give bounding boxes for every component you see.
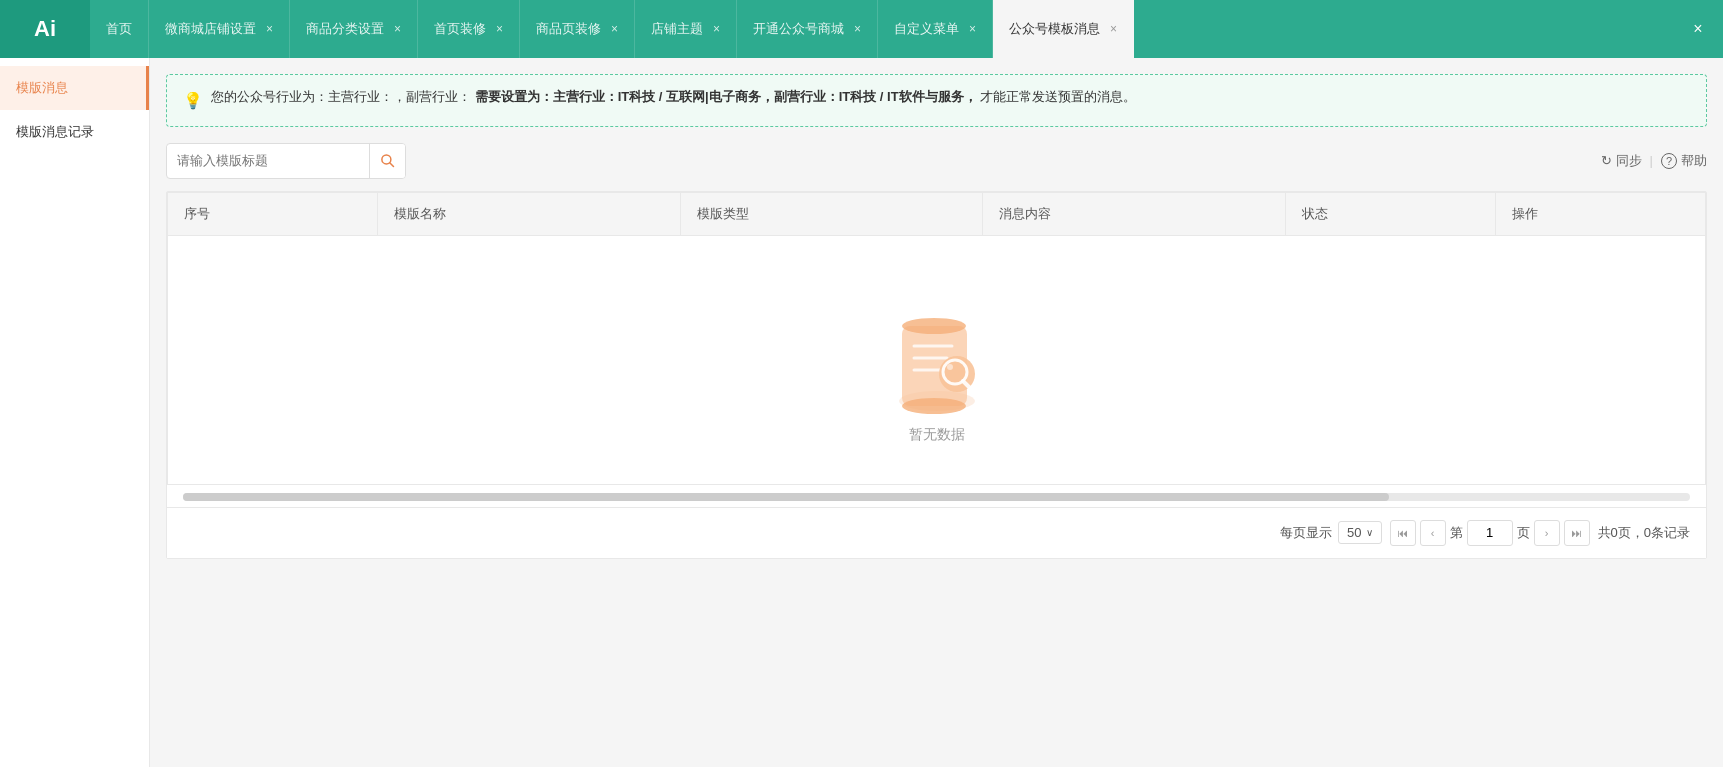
help-button[interactable]: ? 帮助 (1661, 152, 1707, 170)
divider: | (1650, 153, 1653, 168)
top-nav: Ai 首页微商城店铺设置×商品分类设置×首页装修×商品页装修×店铺主题×开通公众… (0, 0, 1723, 58)
brand-logo: Ai (0, 0, 90, 58)
total-label: 共0页，0条记录 (1598, 524, 1690, 542)
sidebar-item-template-msg[interactable]: 模版消息 (0, 66, 149, 110)
tab-shop-theme[interactable]: 店铺主题 × (635, 0, 737, 58)
empty-text: 暂无数据 (909, 426, 965, 444)
svg-line-1 (390, 163, 394, 167)
last-page-button[interactable]: ⏭ (1564, 520, 1590, 546)
last-page-icon: ⏭ (1571, 527, 1582, 539)
notice-banner: 💡 您的公众号行业为：主营行业：，副营行业： 需要设置为：主营行业：IT科技 /… (166, 74, 1707, 127)
search-icon (380, 153, 395, 168)
table-header: 序号模版名称模版类型消息内容状态操作 (168, 192, 1706, 235)
tab-close-button[interactable]: × (266, 23, 273, 35)
sidebar-item-label: 模版消息记录 (16, 123, 94, 141)
tab-label: 公众号模板消息 (1009, 20, 1100, 38)
first-page-button[interactable]: ⏮ (1390, 520, 1416, 546)
col-status: 状态 (1285, 192, 1495, 235)
tab-custom-menu[interactable]: 自定义菜单 × (878, 0, 993, 58)
search-input[interactable] (167, 146, 369, 175)
table-body: 暂无数据 (168, 235, 1706, 484)
horizontal-scrollbar[interactable] (167, 485, 1706, 507)
page-size-select: 每页显示 50 ∨ (1280, 521, 1381, 544)
first-page-icon: ⏮ (1397, 527, 1408, 539)
sidebar-item-template-msg-record[interactable]: 模版消息记录 (0, 110, 149, 154)
col-template-name: 模版名称 (378, 192, 681, 235)
tab-close-button[interactable]: × (713, 23, 720, 35)
prev-page-icon: ‹ (1431, 527, 1435, 539)
data-table: 序号模版名称模版类型消息内容状态操作 (167, 192, 1706, 485)
tab-open-mall[interactable]: 开通公众号商城 × (737, 0, 878, 58)
scroll-track (183, 493, 1690, 501)
tab-close-button[interactable]: × (969, 23, 976, 35)
tab-home[interactable]: 首页 (90, 0, 149, 58)
empty-state: 暂无数据 (168, 236, 1705, 484)
search-button[interactable] (369, 144, 405, 178)
tab-shop-settings[interactable]: 微商城店铺设置 × (149, 0, 290, 58)
tab-home-decor[interactable]: 首页装修 × (418, 0, 520, 58)
sidebar: 模版消息模版消息记录 (0, 58, 150, 767)
tab-close-button[interactable]: × (854, 23, 861, 35)
tab-label: 首页装修 (434, 20, 486, 38)
col-msg-content: 消息内容 (983, 192, 1286, 235)
table-container: 序号模版名称模版类型消息内容状态操作 (166, 191, 1707, 559)
pagination-bar: 每页显示 50 ∨ ⏮ ‹ 第 页 (167, 507, 1706, 558)
tab-label: 开通公众号商城 (753, 20, 844, 38)
close-all-button[interactable]: × (1673, 0, 1723, 58)
notice-text: 您的公众号行业为：主营行业：，副营行业： 需要设置为：主营行业：IT科技 / 互… (211, 87, 1136, 108)
page-input[interactable] (1467, 520, 1513, 546)
page-navigation: ⏮ ‹ 第 页 › ⏭ (1390, 520, 1590, 546)
col-template-type: 模版类型 (680, 192, 983, 235)
tab-label: 商品页装修 (536, 20, 601, 38)
svg-point-5 (902, 398, 966, 414)
refresh-icon: ↻ (1601, 153, 1612, 168)
sidebar-item-label: 模版消息 (16, 79, 68, 97)
tab-label: 商品分类设置 (306, 20, 384, 38)
bulb-icon: 💡 (183, 88, 203, 114)
per-page-dropdown[interactable]: 50 ∨ (1338, 521, 1381, 544)
tab-close-button[interactable]: × (611, 23, 618, 35)
tab-template-msg[interactable]: 公众号模板消息 × (993, 0, 1134, 58)
next-page-icon: › (1545, 527, 1549, 539)
tab-category-settings[interactable]: 商品分类设置 × (290, 0, 418, 58)
chevron-down-icon: ∨ (1366, 527, 1373, 538)
help-icon: ? (1661, 153, 1677, 169)
nav-tabs: 首页微商城店铺设置×商品分类设置×首页装修×商品页装修×店铺主题×开通公众号商城… (90, 0, 1673, 58)
toolbar-right: ↻ 同步 | ? 帮助 (1601, 152, 1707, 170)
search-bar: ↻ 同步 | ? 帮助 (166, 143, 1707, 179)
tab-label: 微商城店铺设置 (165, 20, 256, 38)
tab-product-decor[interactable]: 商品页装修 × (520, 0, 635, 58)
tab-close-button[interactable]: × (394, 23, 401, 35)
tab-label: 店铺主题 (651, 20, 703, 38)
svg-point-4 (902, 318, 966, 334)
col-seq: 序号 (168, 192, 378, 235)
tab-close-button[interactable]: × (1110, 23, 1117, 35)
table-header-row: 序号模版名称模版类型消息内容状态操作 (168, 192, 1706, 235)
col-actions: 操作 (1495, 192, 1705, 235)
empty-illustration (872, 296, 1002, 426)
prev-page-button[interactable]: ‹ (1420, 520, 1446, 546)
sync-button[interactable]: ↻ 同步 (1601, 152, 1642, 170)
tab-label: 自定义菜单 (894, 20, 959, 38)
scroll-thumb (183, 493, 1389, 501)
next-page-button[interactable]: › (1534, 520, 1560, 546)
search-input-wrapper (166, 143, 406, 179)
tab-label: 首页 (106, 20, 132, 38)
svg-point-12 (947, 364, 953, 370)
main-layout: 模版消息模版消息记录 💡 您的公众号行业为：主营行业：，副营行业： 需要设置为：… (0, 58, 1723, 767)
empty-row: 暂无数据 (168, 235, 1706, 484)
tab-close-button[interactable]: × (496, 23, 503, 35)
content-area: 💡 您的公众号行业为：主营行业：，副营行业： 需要设置为：主营行业：IT科技 /… (150, 58, 1723, 767)
